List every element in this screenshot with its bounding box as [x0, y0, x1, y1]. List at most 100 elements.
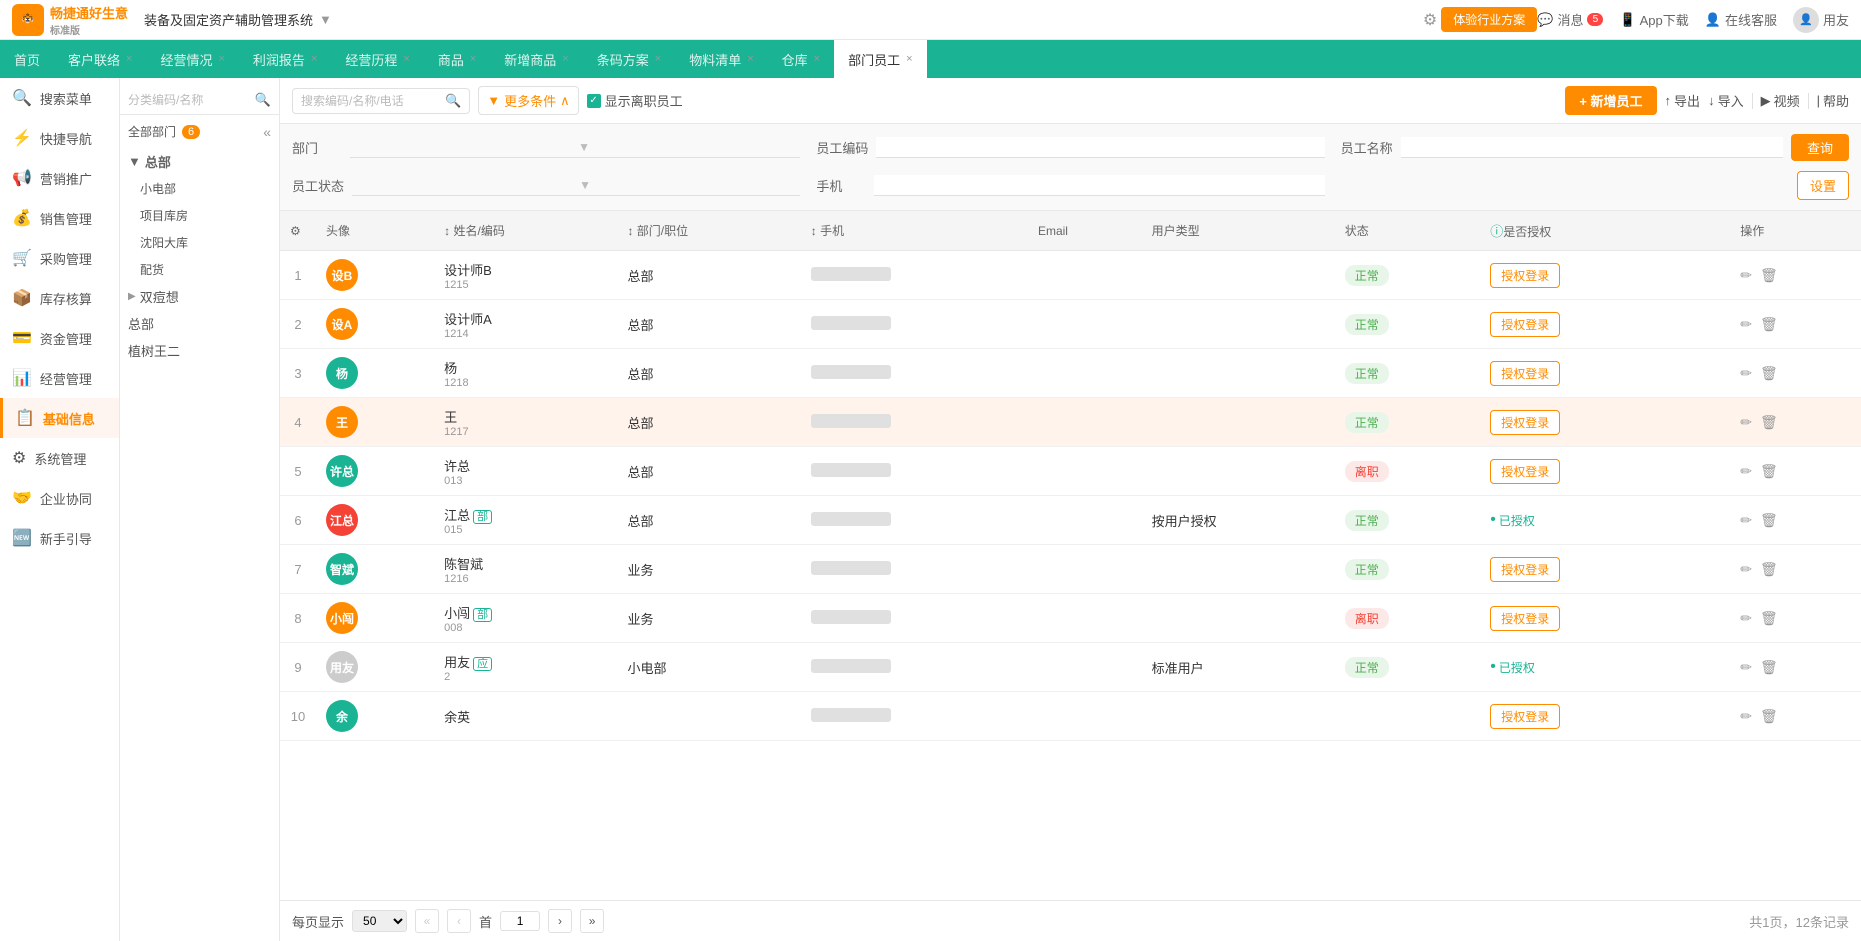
tab-close-icon[interactable]: × [655, 53, 661, 65]
tab-close-icon[interactable]: × [470, 53, 476, 65]
delete-icon[interactable]: 🗑 [1760, 561, 1778, 578]
export-btn[interactable]: ↑ 导出 [1665, 91, 1701, 110]
sidebar-item-快捷导航[interactable]: ⚡快捷导航 [0, 118, 119, 158]
edit-icon[interactable]: ✏ [1740, 708, 1752, 725]
edit-icon[interactable]: ✏ [1740, 610, 1752, 627]
nav-tab-部门员工[interactable]: 部门员工× [834, 40, 926, 78]
sidebar-item-销售管理[interactable]: 💰销售管理 [0, 198, 119, 238]
emp-code-input[interactable] [876, 137, 1324, 158]
auth-btn[interactable]: 授权登录 [1490, 263, 1560, 288]
message-btn[interactable]: 💬 消息 5 [1537, 10, 1603, 29]
edit-icon[interactable]: ✏ [1740, 561, 1752, 578]
dept-item-zongbu2[interactable]: 总部 [120, 310, 279, 337]
first-page-btn[interactable]: « [415, 909, 439, 933]
user-btn[interactable]: 👤 用友 [1793, 7, 1849, 33]
sys-dropdown-arrow[interactable]: ▼ [319, 12, 332, 27]
delete-icon[interactable]: 🗑 [1760, 463, 1778, 480]
dept-item-xiaodian[interactable]: 小电部 [120, 175, 279, 202]
add-employee-button[interactable]: + 新增员工 [1565, 86, 1656, 115]
more-filter-btn[interactable]: ▼ 更多条件 ∧ [478, 86, 578, 115]
auth-btn[interactable]: 授权登录 [1490, 312, 1560, 337]
show-resigned-toggle[interactable]: ✓ 显示离职员工 [587, 91, 683, 110]
nav-tab-利润报告[interactable]: 利润报告× [239, 40, 331, 78]
all-dept-label[interactable]: 全部部门 [128, 123, 176, 140]
edit-icon[interactable]: ✏ [1740, 512, 1752, 529]
col-settings[interactable]: ⚙ [280, 211, 316, 251]
auth-btn[interactable]: 授权登录 [1490, 606, 1560, 631]
col-dept[interactable]: ↕ 部门/职位 [617, 211, 800, 251]
delete-icon[interactable]: 🗑 [1760, 267, 1778, 284]
gear-button[interactable]: ⚙ [1419, 6, 1441, 34]
delete-icon[interactable]: 🗑 [1760, 365, 1778, 382]
dept-search-input[interactable] [128, 93, 255, 107]
dept-item-shenyang[interactable]: 沈阳大库 [120, 229, 279, 256]
phone-input[interactable] [874, 175, 1324, 196]
edit-icon[interactable]: ✏ [1740, 267, 1752, 284]
nav-tab-经营历程[interactable]: 经营历程× [331, 40, 423, 78]
nav-tab-客户联络[interactable]: 客户联络× [54, 40, 146, 78]
last-page-btn[interactable]: » [580, 909, 604, 933]
nav-tab-新增商品[interactable]: 新增商品× [490, 40, 582, 78]
auth-btn[interactable]: 授权登录 [1490, 704, 1560, 729]
tab-close-icon[interactable]: × [403, 53, 409, 65]
dept-filter-select[interactable]: ▼ [350, 137, 800, 158]
next-page-btn[interactable]: › [548, 909, 572, 933]
sidebar-item-采购管理[interactable]: 🛒采购管理 [0, 238, 119, 278]
dept-group-zongbu[interactable]: ▼ 总部 [120, 148, 279, 175]
auth-btn[interactable]: 授权登录 [1490, 459, 1560, 484]
app-download-btn[interactable]: 📱 App下载 [1619, 10, 1688, 29]
nav-tab-商品[interactable]: 商品× [424, 40, 490, 78]
delete-icon[interactable]: 🗑 [1760, 512, 1778, 529]
nav-tab-经营情况[interactable]: 经营情况× [146, 40, 238, 78]
sidebar-item-企业协同[interactable]: 🤝企业协同 [0, 478, 119, 518]
tab-close-icon[interactable]: × [311, 53, 317, 65]
online-service-btn[interactable]: 👤 在线客服 [1705, 10, 1777, 29]
dept-item-shuangdou[interactable]: ▶ 双痘想 [120, 283, 279, 310]
delete-icon[interactable]: 🗑 [1760, 316, 1778, 333]
edit-icon[interactable]: ✏ [1740, 659, 1752, 676]
tab-close-icon[interactable]: × [747, 53, 753, 65]
search-input[interactable] [301, 94, 441, 108]
query-btn[interactable]: 查询 [1791, 134, 1849, 161]
sidebar-item-搜索菜单[interactable]: 🔍搜索菜单 [0, 78, 119, 118]
sidebar-item-资金管理[interactable]: 💳资金管理 [0, 318, 119, 358]
nav-tab-物料清单[interactable]: 物料清单× [675, 40, 767, 78]
dept-item-xiangmu[interactable]: 项目库房 [120, 202, 279, 229]
page-size-select[interactable]: 50 100 [352, 910, 407, 932]
trial-button[interactable]: 体验行业方案 [1441, 7, 1537, 32]
tab-close-icon[interactable]: × [906, 53, 912, 65]
edit-icon[interactable]: ✏ [1740, 414, 1752, 431]
tab-close-icon[interactable]: × [218, 53, 224, 65]
delete-icon[interactable]: 🗑 [1760, 659, 1778, 676]
page-input[interactable] [500, 911, 540, 931]
delete-icon[interactable]: 🗑 [1760, 414, 1778, 431]
sidebar-item-基础信息[interactable]: 📋基础信息 [0, 398, 119, 438]
auth-btn[interactable]: 授权登录 [1490, 557, 1560, 582]
sidebar-item-新手引导[interactable]: 🆕新手引导 [0, 518, 119, 558]
delete-icon[interactable]: 🗑 [1760, 708, 1778, 725]
sidebar-item-经营管理[interactable]: 📊经营管理 [0, 358, 119, 398]
emp-name-input[interactable] [1401, 137, 1783, 158]
import-btn[interactable]: ↓ 导入 [1708, 91, 1744, 110]
reset-btn[interactable]: 设置 [1797, 171, 1849, 200]
sidebar-item-库存核算[interactable]: 📦库存核算 [0, 278, 119, 318]
dept-item-peihuo[interactable]: 配货 [120, 256, 279, 283]
video-btn[interactable]: ▶ 视频 [1761, 91, 1800, 110]
edit-icon[interactable]: ✏ [1740, 316, 1752, 333]
sidebar-item-系统管理[interactable]: ⚙系统管理 [0, 438, 119, 478]
tab-close-icon[interactable]: × [814, 53, 820, 65]
tab-close-icon[interactable]: × [126, 53, 132, 65]
nav-tab-首页[interactable]: 首页 [0, 40, 54, 78]
auth-btn[interactable]: 授权登录 [1490, 361, 1560, 386]
auth-btn[interactable]: 授权登录 [1490, 410, 1560, 435]
collapse-btn[interactable]: « [263, 124, 271, 140]
col-phone[interactable]: ↕ 手机 [801, 211, 1028, 251]
edit-icon[interactable]: ✏ [1740, 365, 1752, 382]
dept-item-zhishu[interactable]: 植树王二 [120, 337, 279, 364]
col-name[interactable]: ↕ 姓名/编码 [434, 211, 617, 251]
nav-tab-仓库[interactable]: 仓库× [768, 40, 834, 78]
nav-tab-条码方案[interactable]: 条码方案× [583, 40, 675, 78]
delete-icon[interactable]: 🗑 [1760, 610, 1778, 627]
sidebar-item-营销推广[interactable]: 📢营销推广 [0, 158, 119, 198]
emp-status-select[interactable]: ▼ [352, 175, 800, 196]
